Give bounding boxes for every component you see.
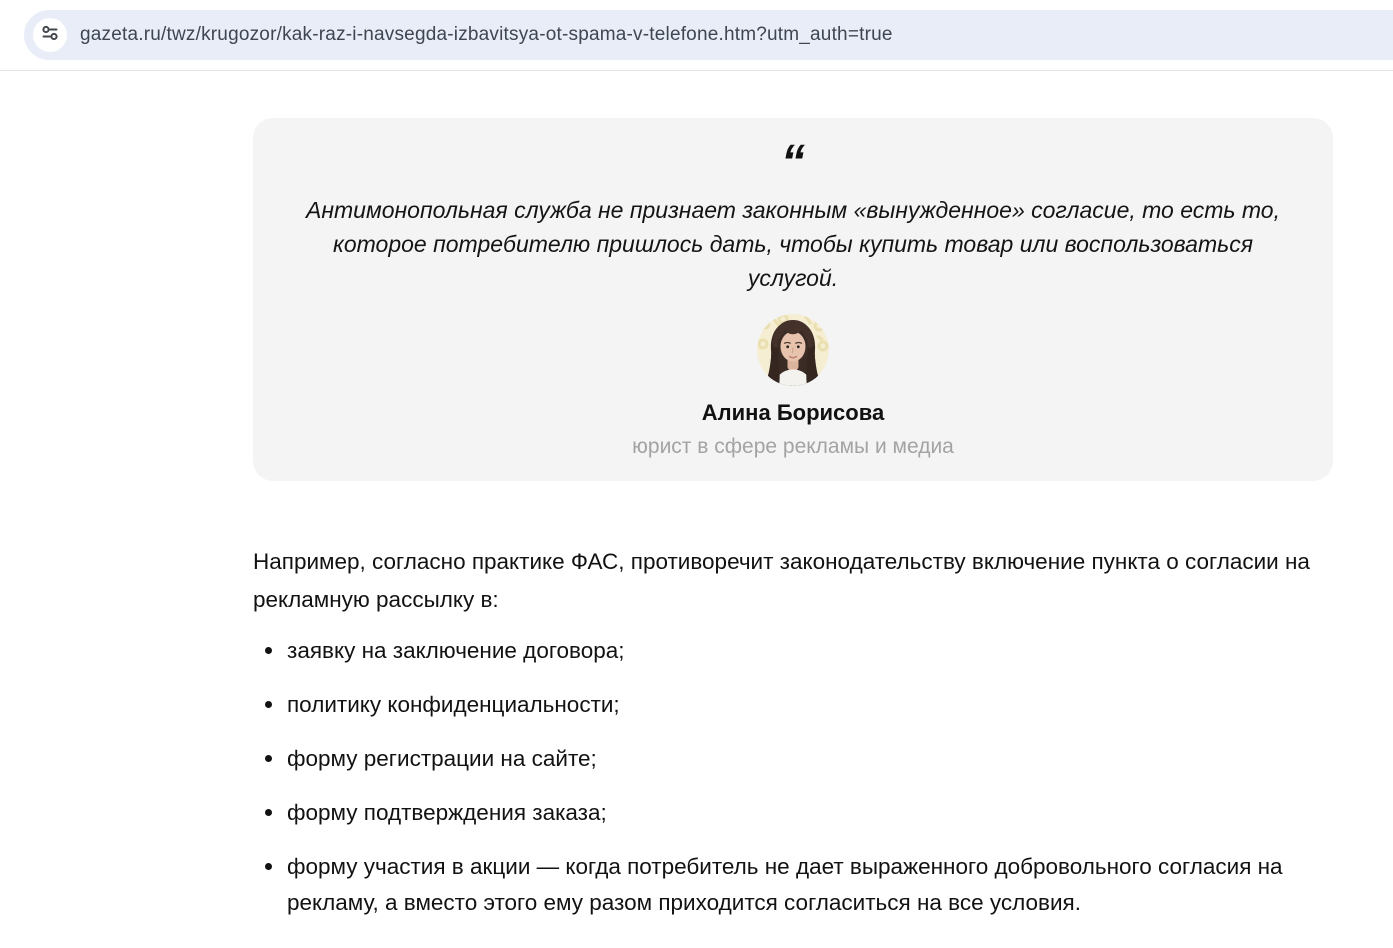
list-item: форму участия в акции — когда потребител… [265,849,1333,921]
article-bullet-list: заявку на заключение договора; политику … [253,633,1333,921]
tune-icon [40,23,60,48]
browser-toolbar: gazeta.ru/twz/krugozor/kak-raz-i-navsegd… [0,0,1393,60]
toolbar-divider [0,70,1393,71]
quote-card: “ Антимонопольная служба не признает зак… [253,118,1333,481]
list-item: форму регистрации на сайте; [265,741,1333,777]
list-item: форму подтверждения заказа; [265,795,1333,831]
url-bar[interactable]: gazeta.ru/twz/krugozor/kak-raz-i-navsegd… [24,10,1393,60]
quote-text: Антимонопольная служба не признает закон… [306,197,1280,291]
avatar [757,314,829,386]
article-paragraph: Например, согласно практике ФАС, противо… [253,549,1310,612]
quote-mark-icon: “ [781,136,805,189]
url-text[interactable]: gazeta.ru/twz/krugozor/kak-raz-i-navsegd… [80,24,893,46]
list-item: политику конфиденциальности; [265,687,1333,723]
author-name: Алина Борисова [701,400,885,425]
site-settings-button[interactable] [33,18,67,52]
author-role: юрист в сфере рекламы и медиа [632,435,954,458]
list-item: заявку на заключение договора; [265,633,1333,669]
article-content: “ Антимонопольная служба не признает зак… [253,118,1333,921]
